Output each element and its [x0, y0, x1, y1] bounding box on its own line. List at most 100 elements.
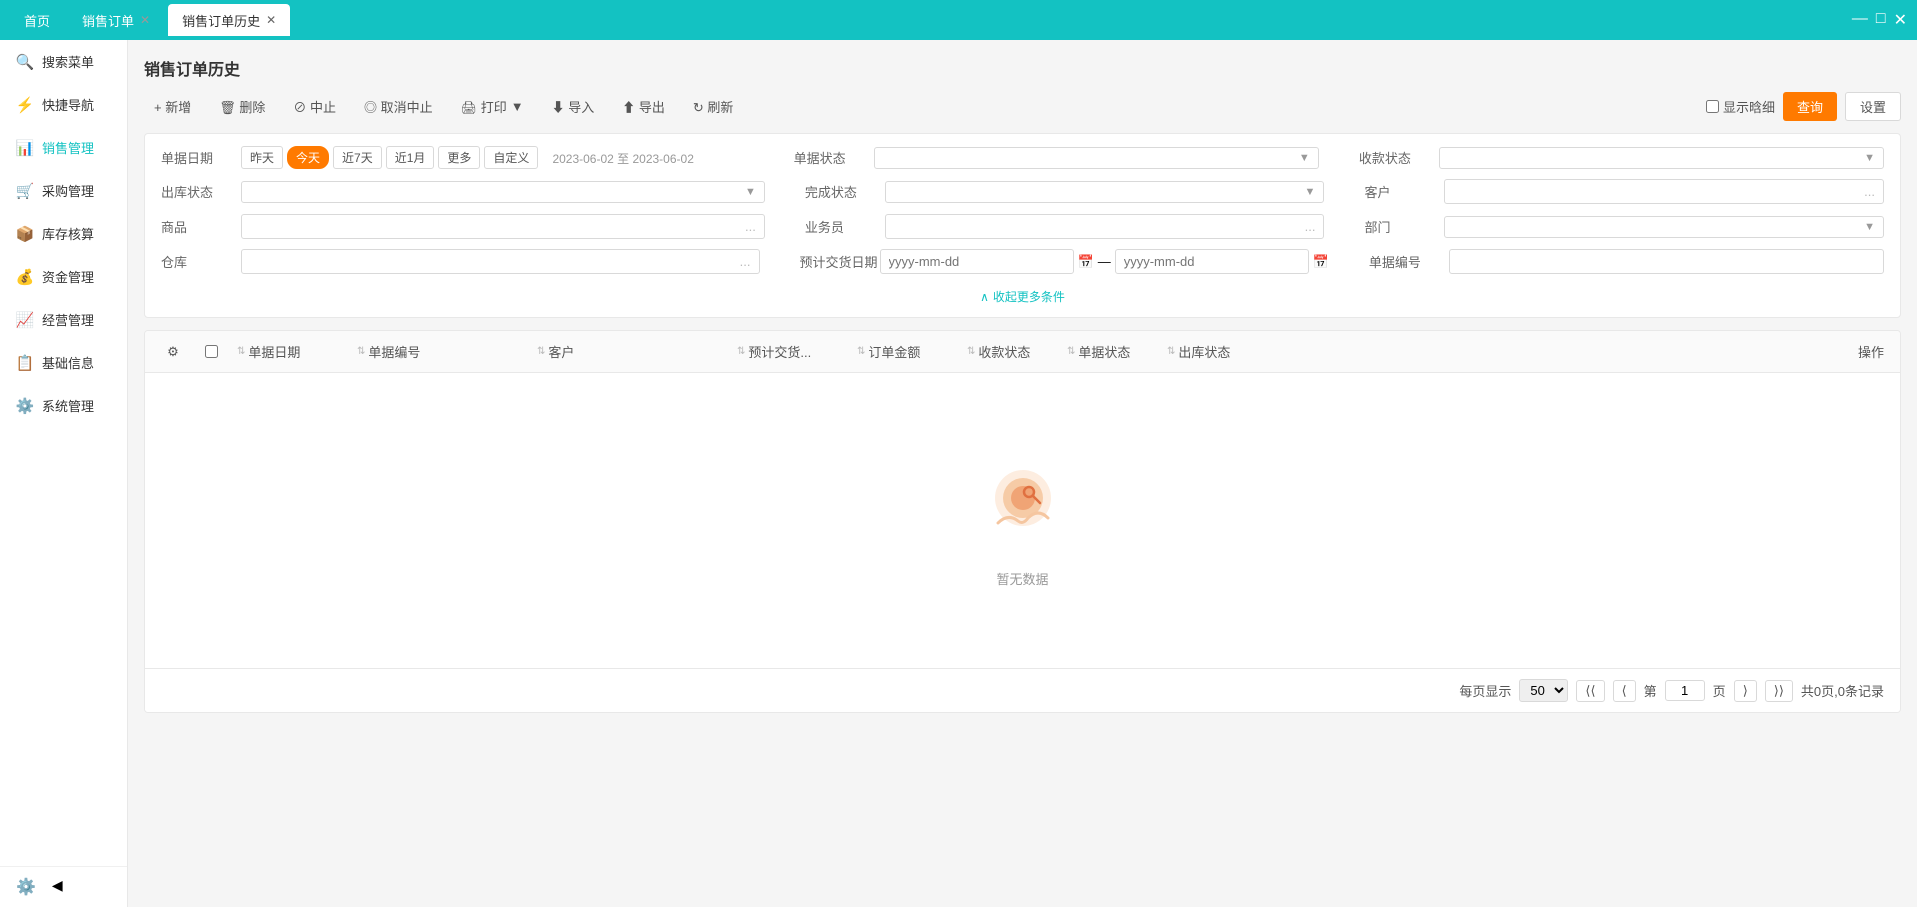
customer-input-wrap[interactable]: ... — [1444, 179, 1884, 204]
settings-col-icon: ⚙ — [167, 344, 179, 360]
sidebar-item-inventory[interactable]: 📦 库存核算 — [0, 212, 127, 255]
sidebar-item-search-menu-label: 搜索菜单 — [42, 52, 94, 71]
bill-status-arrow-icon: ▼ — [1299, 152, 1310, 164]
page-input[interactable] — [1665, 680, 1705, 701]
tab-sales-order[interactable]: 销售订单 ✕ — [68, 4, 164, 36]
query-button[interactable]: 查询 — [1783, 92, 1837, 121]
filter-row-1: 单据日期 昨天 今天 近7天 近1月 更多 自定义 2023-06-02 至 2… — [161, 146, 1884, 169]
sidebar-collapse-btn[interactable]: ◀ — [52, 877, 63, 897]
col-pay-status[interactable]: ⇅ 收款状态 — [959, 342, 1059, 361]
print-label: 🖨 打印 — [461, 97, 507, 116]
first-page-btn[interactable]: ⟨⟨ — [1576, 680, 1604, 702]
col-delivery[interactable]: ⇅ 预计交货... — [729, 342, 849, 361]
date-1month-btn[interactable]: 近1月 — [386, 146, 435, 169]
col-num-label: 单据编号 — [368, 342, 420, 361]
sidebar: 🔍 搜索菜单 ⚡ 快捷导航 📊 销售管理 🛒 采购管理 📦 库存核算 💰 资金管… — [0, 40, 128, 907]
col-settings[interactable]: ⚙ — [153, 344, 193, 360]
tab-home[interactable]: 首页 — [10, 4, 64, 36]
goods-dots-icon[interactable]: ... — [745, 219, 756, 234]
sidebar-item-finance[interactable]: 💰 资金管理 — [0, 255, 127, 298]
sidebar-item-sys-mgmt[interactable]: ⚙️ 系统管理 — [0, 384, 127, 427]
col-check[interactable] — [193, 345, 229, 358]
stop-button[interactable]: ⊘ 中止 — [283, 92, 346, 121]
dept-select[interactable]: ▼ — [1444, 216, 1884, 238]
minimize-btn[interactable]: — — [1852, 10, 1868, 30]
next-page-btn[interactable]: ⟩ — [1734, 680, 1757, 702]
col-date[interactable]: ⇅ 单据日期 — [229, 342, 349, 361]
sidebar-settings-btn[interactable]: ⚙️ — [16, 877, 36, 897]
tab-sales-order-close[interactable]: ✕ — [140, 13, 150, 27]
warehouse-input-wrap[interactable]: ... — [241, 249, 760, 274]
basic-info-icon: 📋 — [16, 354, 34, 372]
col-amount[interactable]: ⇅ 订单金额 — [849, 342, 959, 361]
pay-status-select[interactable]: ▼ — [1439, 147, 1884, 169]
settings-button[interactable]: 设置 — [1845, 92, 1901, 121]
salesperson-label: 业务员 — [805, 217, 885, 236]
bill-no-input[interactable] — [1449, 249, 1884, 274]
out-status-select[interactable]: ▼ — [241, 181, 765, 203]
delivery-date-start[interactable] — [880, 249, 1074, 274]
date-custom-btn[interactable]: 自定义 — [484, 146, 538, 169]
new-button[interactable]: + 新增 — [144, 92, 201, 121]
delete-button[interactable]: 🗑 删除 — [209, 92, 275, 121]
maximize-btn[interactable]: □ — [1876, 10, 1886, 30]
sales-mgmt-icon: 📊 — [16, 139, 34, 157]
total-text: 共0页,0条记录 — [1801, 681, 1884, 700]
display-cols-toggle[interactable]: 显示晗细 — [1706, 97, 1775, 116]
collapse-row[interactable]: ∧ 收起更多条件 — [161, 284, 1884, 305]
col-pay-status-label: 收款状态 — [978, 342, 1030, 361]
goods-input-wrap[interactable]: ... — [241, 214, 765, 239]
sidebar-item-quick-nav[interactable]: ⚡ 快捷导航 — [0, 83, 127, 126]
customer-dots-icon[interactable]: ... — [1864, 184, 1875, 199]
tab-sales-order-history-close[interactable]: ✕ — [266, 13, 276, 27]
import-button[interactable]: ⬇ 导入 — [542, 92, 605, 121]
salesperson-dots-icon[interactable]: ... — [1305, 219, 1316, 234]
col-client[interactable]: ⇅ 客户 — [529, 342, 729, 361]
pagination: 每页显示 50 ⟨⟨ ⟨ 第 页 ⟩ ⟩⟩ 共0页,0条记录 — [145, 668, 1900, 712]
complete-status-label: 完成状态 — [805, 182, 885, 201]
sidebar-item-basic-info[interactable]: 📋 基础信息 — [0, 341, 127, 384]
date-more-btn[interactable]: 更多 — [438, 146, 480, 169]
sidebar-item-sales-mgmt[interactable]: 📊 销售管理 — [0, 126, 127, 169]
page-label: 第 — [1644, 681, 1657, 700]
export-button[interactable]: ⬆ 导出 — [612, 92, 675, 121]
complete-status-select[interactable]: ▼ — [885, 181, 1325, 203]
print-button[interactable]: 🖨 打印 ▼ — [451, 92, 534, 121]
close-btn[interactable]: ✕ — [1894, 10, 1907, 30]
salesperson-input-wrap[interactable]: ... — [885, 214, 1325, 239]
filter-row-3: 商品 ... 业务员 ... 部门 ▼ — [161, 214, 1884, 239]
tab-sales-order-history[interactable]: 销售订单历史 ✕ — [168, 4, 290, 36]
calendar-start-icon[interactable]: 📅 — [1078, 254, 1094, 270]
refresh-button[interactable]: ↻ 刷新 — [683, 92, 744, 121]
col-out-status[interactable]: ⇅ 出库状态 — [1159, 342, 1259, 361]
delivery-date-wrap: 📅 — 📅 — [880, 249, 1329, 274]
bill-no-label: 单据编号 — [1369, 252, 1449, 271]
col-op-label: 操作 — [1858, 342, 1884, 361]
last-page-btn[interactable]: ⟩⟩ — [1765, 680, 1793, 702]
sidebar-item-operations[interactable]: 📈 经营管理 — [0, 298, 127, 341]
date-7days-btn[interactable]: 近7天 — [333, 146, 382, 169]
bill-status-select[interactable]: ▼ — [874, 147, 1319, 169]
sidebar-item-purchase-mgmt[interactable]: 🛒 采购管理 — [0, 169, 127, 212]
date-yesterday-btn[interactable]: 昨天 — [241, 146, 283, 169]
window-controls: — □ ✕ — [1852, 10, 1907, 30]
complete-status-arrow-icon: ▼ — [1305, 186, 1316, 198]
delivery-date-end[interactable] — [1115, 249, 1309, 274]
warehouse-dots-icon[interactable]: ... — [740, 254, 751, 269]
dept-arrow-icon: ▼ — [1864, 221, 1875, 233]
calendar-end-icon[interactable]: 📅 — [1313, 254, 1329, 270]
col-bill-status[interactable]: ⇅ 单据状态 — [1059, 342, 1159, 361]
page-title: 销售订单历史 — [144, 56, 1901, 80]
prev-page-btn[interactable]: ⟨ — [1613, 680, 1636, 702]
per-page-select[interactable]: 50 — [1519, 679, 1568, 702]
out-status-arrow-icon: ▼ — [745, 186, 756, 198]
empty-icon — [973, 453, 1073, 553]
cancel-stop-button[interactable]: ◎ 取消中止 — [354, 92, 443, 121]
select-all-checkbox[interactable] — [205, 345, 218, 358]
display-cols-checkbox[interactable] — [1706, 100, 1719, 113]
date-today-btn[interactable]: 今天 — [287, 146, 329, 169]
col-num[interactable]: ⇅ 单据编号 — [349, 342, 529, 361]
sidebar-item-basic-info-label: 基础信息 — [42, 353, 94, 372]
sidebar-item-search-menu[interactable]: 🔍 搜索菜单 — [0, 40, 127, 83]
col-date-sort-icon: ⇅ — [237, 346, 245, 357]
